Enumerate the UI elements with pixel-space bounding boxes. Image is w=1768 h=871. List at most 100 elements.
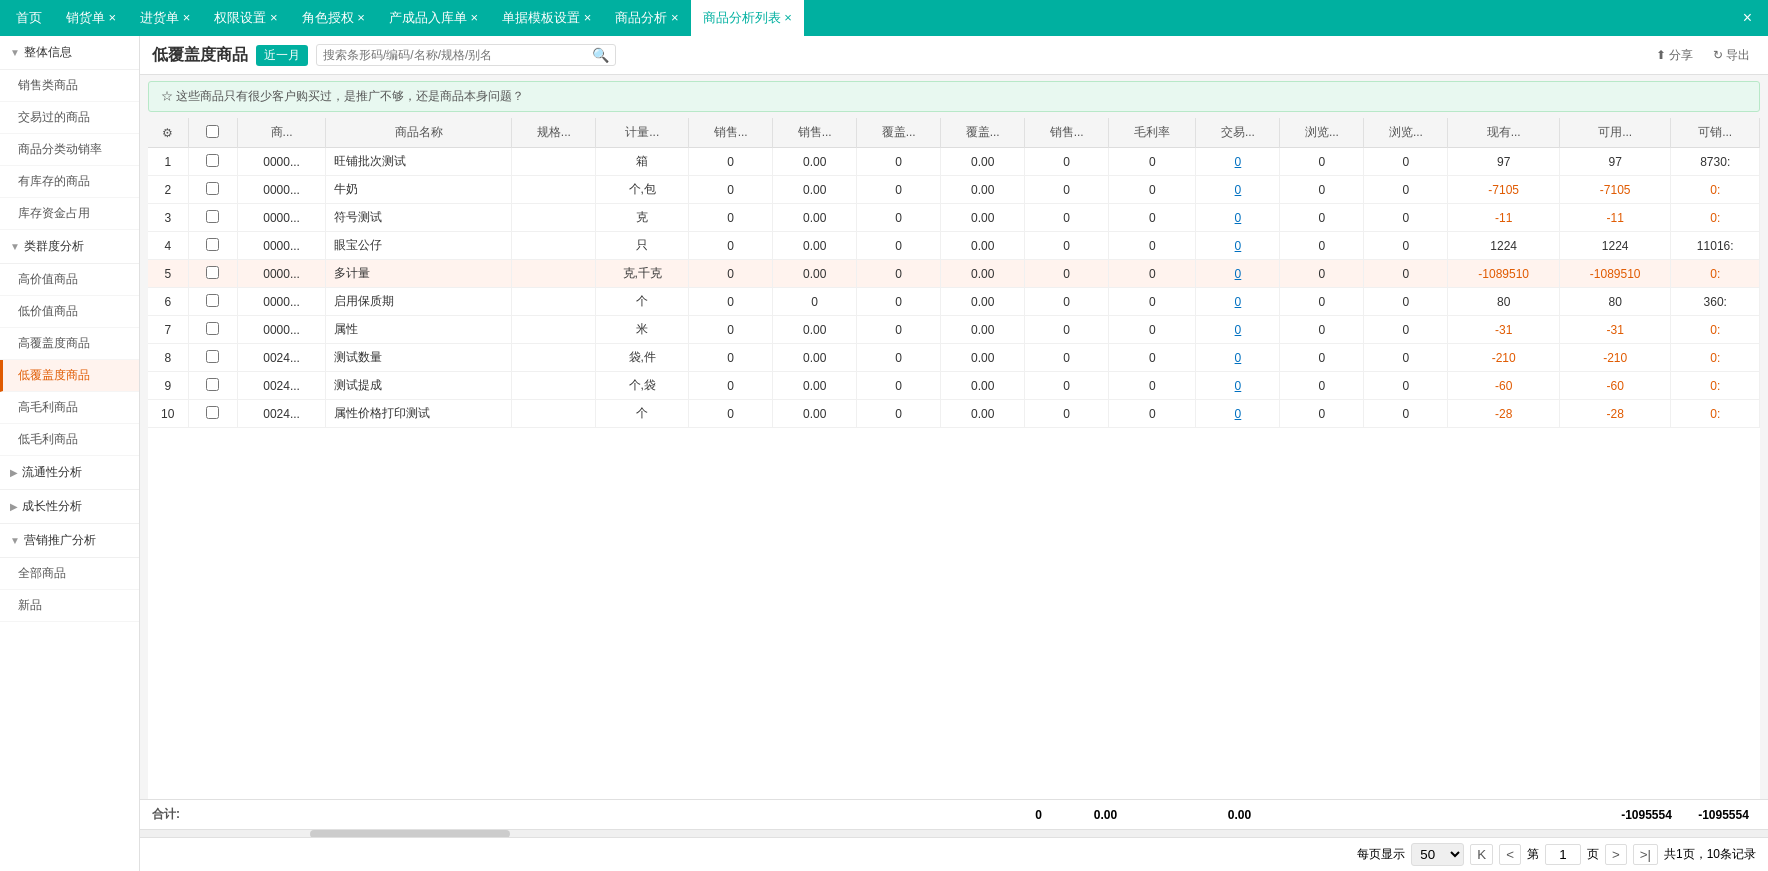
sidebar-item-in-stock-products[interactable]: 有库存的商品 bbox=[0, 166, 139, 198]
export-label: 导出 bbox=[1726, 47, 1750, 64]
select-all-checkbox[interactable] bbox=[206, 125, 219, 138]
table-cell: 0 bbox=[1280, 288, 1364, 316]
table-cell: 0 bbox=[1025, 176, 1109, 204]
table-cell: 2 bbox=[148, 176, 188, 204]
table-cell: 0 bbox=[1364, 372, 1448, 400]
search-input[interactable] bbox=[323, 48, 592, 62]
row-checkbox[interactable] bbox=[206, 378, 219, 391]
period-button[interactable]: 近一月 bbox=[256, 45, 308, 66]
table-cell[interactable]: 0 bbox=[1196, 372, 1280, 400]
table-cell[interactable]: 0 bbox=[1196, 260, 1280, 288]
table-cell[interactable] bbox=[188, 148, 237, 176]
prev-page-button[interactable]: < bbox=[1499, 844, 1521, 865]
table-cell[interactable] bbox=[188, 344, 237, 372]
row-checkbox[interactable] bbox=[206, 322, 219, 335]
export-button[interactable]: ↻ 导出 bbox=[1707, 45, 1756, 66]
nav-template-settings[interactable]: 单据模板设置 × bbox=[490, 0, 603, 36]
info-banner: ☆ 这些商品只有很少客户购买过，是推广不够，还是商品本身问题？ bbox=[148, 81, 1760, 112]
table-cell: 0 bbox=[1109, 372, 1196, 400]
table-cell: 0 bbox=[689, 288, 773, 316]
row-checkbox[interactable] bbox=[206, 238, 219, 251]
table-cell: 4 bbox=[148, 232, 188, 260]
nav-products-in[interactable]: 产成品入库单 × bbox=[377, 0, 490, 36]
sidebar-item-low-coverage[interactable]: 低覆盖度商品 bbox=[0, 360, 139, 392]
row-checkbox[interactable] bbox=[206, 406, 219, 419]
table-row: 60000...启用保质期个0000.00000008080360: bbox=[148, 288, 1760, 316]
sidebar-item-traded-products[interactable]: 交易过的商品 bbox=[0, 102, 139, 134]
close-window-button[interactable]: × bbox=[1731, 0, 1764, 36]
table-cell[interactable] bbox=[188, 260, 237, 288]
table-cell[interactable] bbox=[188, 204, 237, 232]
table-cell: 0.00 bbox=[773, 372, 857, 400]
table-cell[interactable]: 0 bbox=[1196, 204, 1280, 232]
sidebar-section-liquidity[interactable]: ▶ 流通性分析 bbox=[0, 456, 139, 490]
table-cell[interactable]: 0 bbox=[1196, 344, 1280, 372]
table-cell: 5 bbox=[148, 260, 188, 288]
sidebar-item-category-sales-rate[interactable]: 商品分类动销率 bbox=[0, 134, 139, 166]
last-page-button[interactable]: >| bbox=[1633, 844, 1658, 865]
next-page-button[interactable]: > bbox=[1605, 844, 1627, 865]
nav-permissions[interactable]: 权限设置 × bbox=[202, 0, 289, 36]
chevron-down-icon-3: ▼ bbox=[10, 535, 20, 546]
table-cell[interactable] bbox=[188, 288, 237, 316]
table-cell: 0024... bbox=[237, 400, 325, 428]
table-cell[interactable]: 0 bbox=[1196, 176, 1280, 204]
page-size-select[interactable]: 50 20 100 bbox=[1411, 843, 1464, 866]
row-checkbox[interactable] bbox=[206, 182, 219, 195]
table-cell: -60 bbox=[1448, 372, 1560, 400]
table-cell[interactable]: 0 bbox=[1196, 232, 1280, 260]
share-button[interactable]: ⬆ 分享 bbox=[1650, 45, 1699, 66]
table-cell[interactable] bbox=[188, 316, 237, 344]
sidebar-item-low-value[interactable]: 低价值商品 bbox=[0, 296, 139, 328]
row-checkbox[interactable] bbox=[206, 210, 219, 223]
sidebar-section-overall[interactable]: ▼ 整体信息 bbox=[0, 36, 139, 70]
table-cell: 3 bbox=[148, 204, 188, 232]
sidebar-item-high-coverage[interactable]: 高覆盖度商品 bbox=[0, 328, 139, 360]
table-cell[interactable] bbox=[188, 372, 237, 400]
table-cell: 0.00 bbox=[941, 260, 1025, 288]
table-row: 30000...符号测试克00.0000.0000000-11-110: bbox=[148, 204, 1760, 232]
table-cell: 克 bbox=[596, 204, 689, 232]
table-cell: 0 bbox=[1364, 400, 1448, 428]
sidebar-section-growth[interactable]: ▶ 成长性分析 bbox=[0, 490, 139, 524]
row-checkbox[interactable] bbox=[206, 266, 219, 279]
sidebar-item-low-margin[interactable]: 低毛利商品 bbox=[0, 424, 139, 456]
table-cell[interactable] bbox=[188, 176, 237, 204]
table-cell[interactable]: 0 bbox=[1196, 316, 1280, 344]
sidebar-section-marketing[interactable]: ▼ 营销推广分析 bbox=[0, 524, 139, 558]
sidebar-item-all-products[interactable]: 全部商品 bbox=[0, 558, 139, 590]
sidebar-item-high-value[interactable]: 高价值商品 bbox=[0, 264, 139, 296]
footer-totals: 合计: 0 0.00 0.00 -1095554 -1095554 bbox=[140, 799, 1768, 829]
table-cell: 个 bbox=[596, 288, 689, 316]
row-checkbox[interactable] bbox=[206, 350, 219, 363]
horizontal-scrollbar[interactable] bbox=[140, 829, 1768, 837]
row-checkbox[interactable] bbox=[206, 294, 219, 307]
sidebar-item-inventory-capital[interactable]: 库存资金占用 bbox=[0, 198, 139, 230]
table-cell: 1 bbox=[148, 148, 188, 176]
sidebar-item-new-products[interactable]: 新品 bbox=[0, 590, 139, 622]
nav-home[interactable]: 首页 bbox=[4, 0, 54, 36]
sidebar-section-cluster[interactable]: ▼ 类群度分析 bbox=[0, 230, 139, 264]
sidebar-item-high-margin[interactable]: 高毛利商品 bbox=[0, 392, 139, 424]
table-cell: 0 bbox=[1025, 288, 1109, 316]
nav-roles[interactable]: 角色授权 × bbox=[290, 0, 377, 36]
sidebar-item-sales-products[interactable]: 销售类商品 bbox=[0, 70, 139, 102]
table-cell[interactable] bbox=[188, 232, 237, 260]
table-cell: 启用保质期 bbox=[326, 288, 512, 316]
nav-purchase[interactable]: 进货单 × bbox=[128, 0, 202, 36]
table-cell[interactable]: 0 bbox=[1196, 148, 1280, 176]
nav-product-analysis-list[interactable]: 商品分析列表 × bbox=[691, 0, 804, 36]
table-cell[interactable]: 0 bbox=[1196, 288, 1280, 316]
row-checkbox[interactable] bbox=[206, 154, 219, 167]
col-checkbox[interactable] bbox=[188, 118, 237, 148]
table-cell[interactable]: 0 bbox=[1196, 400, 1280, 428]
table-cell: 符号测试 bbox=[326, 204, 512, 232]
nav-product-analysis[interactable]: 商品分析 × bbox=[603, 0, 690, 36]
first-page-button[interactable]: K bbox=[1470, 844, 1493, 865]
table-cell[interactable] bbox=[188, 400, 237, 428]
col-spec: 规格... bbox=[512, 118, 596, 148]
table-cell: 只 bbox=[596, 232, 689, 260]
nav-sales[interactable]: 销货单 × bbox=[54, 0, 128, 36]
page-number-input[interactable]: 1 bbox=[1545, 844, 1581, 865]
col-settings[interactable]: ⚙ bbox=[148, 118, 188, 148]
